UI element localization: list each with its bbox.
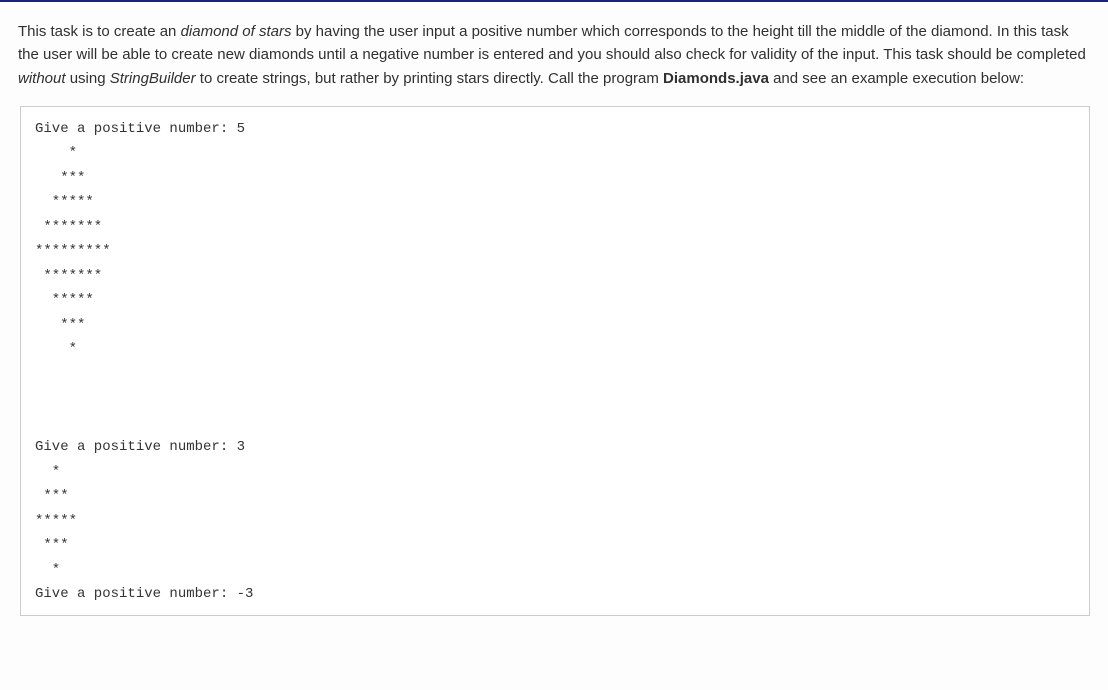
desc-text-4: to create strings, but rather by printin… — [196, 70, 663, 87]
desc-em-3: StringBuilder — [110, 70, 196, 87]
desc-em-1: diamond of stars — [181, 23, 292, 40]
desc-text-1: This task is to create an — [18, 23, 181, 40]
code-output-block: Give a positive number: 5 * *** ***** **… — [20, 106, 1090, 616]
task-description: This task is to create an diamond of sta… — [18, 20, 1090, 90]
desc-strong-1: Diamonds.java — [663, 70, 769, 87]
desc-text-3: using — [66, 70, 110, 87]
desc-em-2: without — [18, 70, 66, 87]
desc-text-5: and see an example execution below: — [769, 70, 1024, 87]
